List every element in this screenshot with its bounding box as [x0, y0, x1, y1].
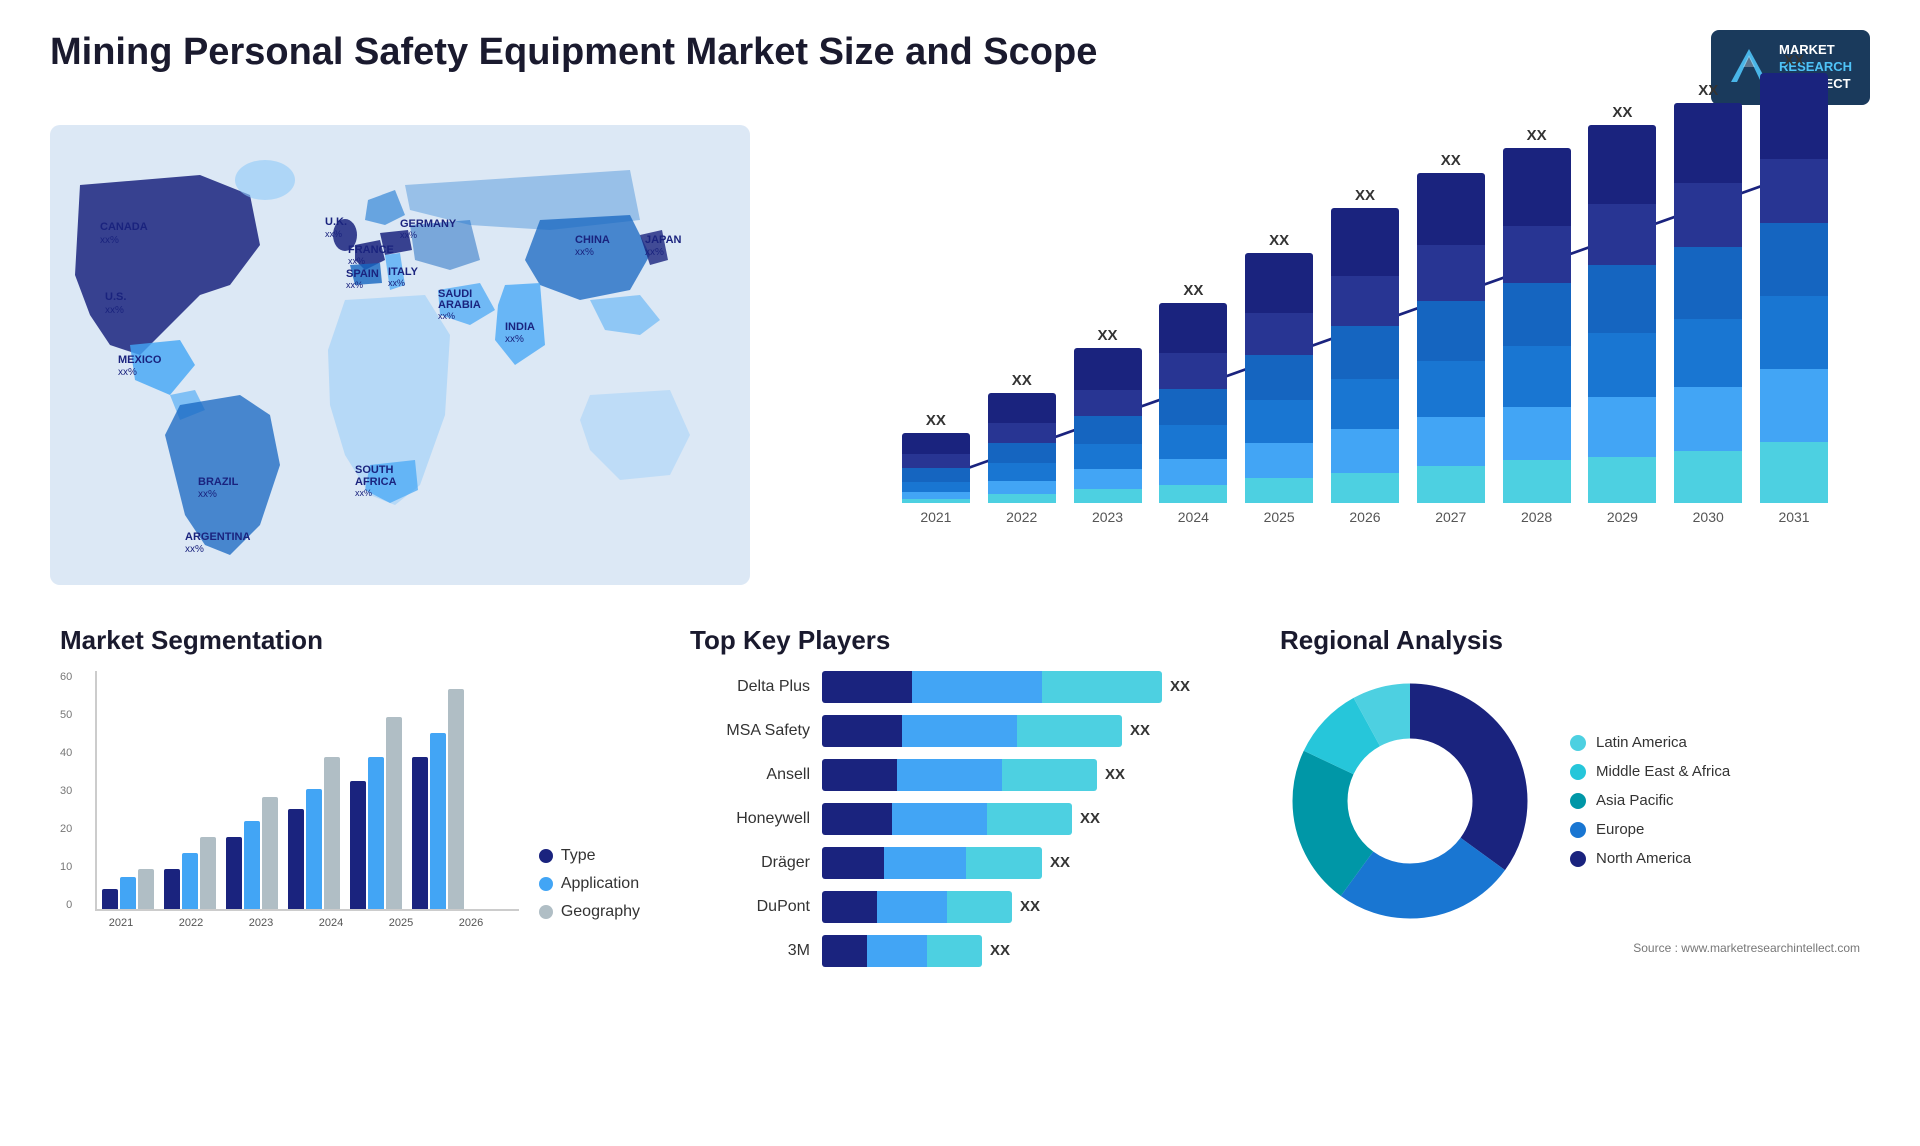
seg-chart-area: 60 50 40 30 20 10 0	[60, 671, 640, 951]
svg-text:xx%: xx%	[118, 367, 137, 378]
legend-type: Type	[539, 847, 640, 865]
world-map: CANADA xx% U.S. xx% MEXICO xx% BRAZIL xx…	[50, 125, 750, 585]
player-ansell: Ansell XX	[690, 759, 1230, 791]
player-delta-plus: Delta Plus XX	[690, 671, 1230, 703]
seg-bar-2026	[412, 689, 464, 909]
svg-text:xx%: xx%	[505, 334, 524, 345]
donut-container: Latin America Middle East & Africa Asia …	[1280, 671, 1860, 931]
svg-text:xx%: xx%	[355, 488, 372, 498]
legend-latin-america: Latin America	[1570, 734, 1730, 751]
svg-text:U.S.: U.S.	[105, 291, 126, 303]
bar-group-2026: XX 2026	[1329, 187, 1401, 525]
svg-text:GERMANY: GERMANY	[400, 218, 457, 230]
bar-group-2030: XX 2030	[1672, 82, 1744, 525]
seg-legend: Type Application Geography	[539, 847, 640, 951]
bar-group-2027: XX 2027	[1415, 152, 1487, 525]
svg-text:ITALY: ITALY	[388, 266, 419, 278]
seg-bar-chart: 60 50 40 30 20 10 0	[60, 671, 519, 951]
market-segmentation: Market Segmentation 60 50 40 30 20 10 0	[50, 615, 650, 977]
regional-legend: Latin America Middle East & Africa Asia …	[1570, 734, 1730, 867]
regional-analysis: Regional Analysis	[1270, 615, 1870, 977]
seg-bar-2023	[226, 797, 278, 909]
svg-text:SPAIN: SPAIN	[346, 268, 379, 280]
market-seg-title: Market Segmentation	[60, 625, 640, 656]
source-text: Source : www.marketresearchintellect.com	[1280, 941, 1860, 955]
legend-asia-pacific: Asia Pacific	[1570, 792, 1730, 809]
svg-text:ARGENTINA: ARGENTINA	[185, 531, 250, 543]
svg-text:CANADA: CANADA	[100, 221, 148, 233]
regional-title: Regional Analysis	[1280, 625, 1860, 656]
bar-group-2021: XX 2021	[900, 412, 972, 525]
legend-europe: Europe	[1570, 821, 1730, 838]
key-players: Top Key Players Delta Plus XX MSA Safet	[680, 615, 1240, 977]
seg-bar-2021	[102, 869, 154, 909]
top-section: CANADA xx% U.S. xx% MEXICO xx% BRAZIL xx…	[50, 125, 1870, 585]
header: Mining Personal Safety Equipment Market …	[50, 30, 1870, 105]
svg-text:ARABIA: ARABIA	[438, 299, 481, 311]
svg-text:INDIA: INDIA	[505, 321, 535, 333]
svg-text:MEXICO: MEXICO	[118, 354, 162, 366]
svg-text:CHINA: CHINA	[575, 234, 610, 246]
svg-text:U.K.: U.K.	[325, 216, 347, 228]
key-players-title: Top Key Players	[690, 625, 1230, 656]
seg-bars-wrapper	[95, 671, 519, 911]
bar-group-2022: XX 2022	[986, 372, 1058, 525]
svg-text:BRAZIL: BRAZIL	[198, 476, 239, 488]
bar-group-2023: XX 2023	[1072, 327, 1144, 525]
player-msa-safety: MSA Safety XX	[690, 715, 1230, 747]
legend-middle-east-africa: Middle East & Africa	[1570, 763, 1730, 780]
svg-text:xx%: xx%	[400, 230, 417, 240]
player-honeywell: Honeywell XX	[690, 803, 1230, 835]
svg-text:xx%: xx%	[645, 247, 664, 258]
svg-text:JAPAN: JAPAN	[645, 234, 682, 246]
bar-group-2025: XX 2025	[1243, 232, 1315, 525]
svg-text:xx%: xx%	[325, 229, 342, 239]
svg-text:xx%: xx%	[388, 278, 405, 288]
svg-text:xx%: xx%	[185, 544, 204, 555]
seg-bar-2025	[350, 717, 402, 909]
player-dupont: DuPont XX	[690, 891, 1230, 923]
players-list: Delta Plus XX MSA Safety	[690, 671, 1230, 967]
player-drager: Dräger XX	[690, 847, 1230, 879]
bar-group-2029: XX 2029	[1587, 104, 1659, 525]
svg-text:xx%: xx%	[346, 280, 363, 290]
svg-text:SOUTH: SOUTH	[355, 464, 394, 476]
player-3m: 3M XX	[690, 935, 1230, 967]
legend-geography: Geography	[539, 903, 640, 921]
svg-text:xx%: xx%	[198, 489, 217, 500]
svg-text:xx%: xx%	[438, 311, 455, 321]
svg-text:xx%: xx%	[575, 247, 594, 258]
legend-north-america: North America	[1570, 850, 1730, 867]
seg-bar-2022	[164, 837, 216, 909]
bar-chart-container: XX 2021 XX	[790, 125, 1870, 585]
svg-text:xx%: xx%	[105, 305, 124, 316]
map-container: CANADA xx% U.S. xx% MEXICO xx% BRAZIL xx…	[50, 125, 750, 585]
bottom-section: Market Segmentation 60 50 40 30 20 10 0	[50, 615, 1870, 977]
page-container: Mining Personal Safety Equipment Market …	[0, 0, 1920, 1146]
bar-group-2031: XX 2031	[1758, 52, 1830, 525]
svg-text:xx%: xx%	[100, 235, 119, 246]
svg-text:AFRICA: AFRICA	[355, 476, 397, 488]
bar-group-2024: XX 2024	[1157, 282, 1229, 525]
svg-text:xx%: xx%	[348, 256, 365, 266]
donut-chart-svg	[1280, 671, 1540, 931]
page-title: Mining Personal Safety Equipment Market …	[50, 30, 1097, 76]
bar-group-2028: XX 2028	[1501, 127, 1573, 525]
svg-text:FRANCE: FRANCE	[348, 244, 394, 256]
legend-application: Application	[539, 875, 640, 893]
seg-bar-2024	[288, 757, 340, 909]
